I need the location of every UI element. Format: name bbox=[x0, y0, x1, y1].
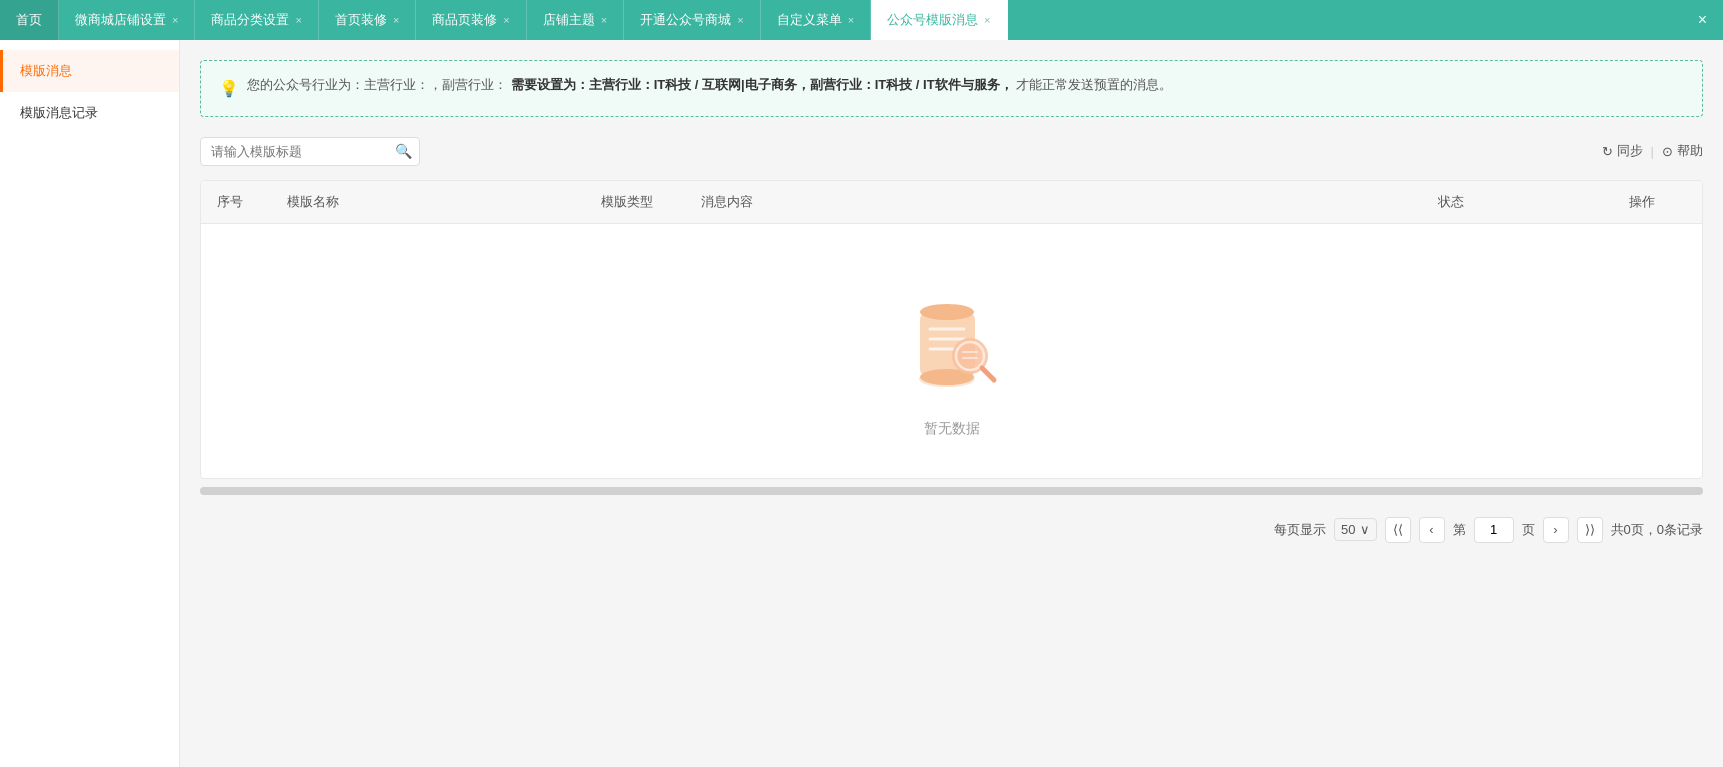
search-right: ↻ 同步 | ⊙ 帮助 bbox=[1602, 142, 1703, 160]
next-page-button[interactable]: › bbox=[1543, 517, 1569, 543]
tab-custom-menu[interactable]: 自定义菜单 × bbox=[761, 0, 871, 40]
page-size-select[interactable]: 50 ∨ bbox=[1334, 518, 1376, 541]
svg-line-9 bbox=[982, 368, 994, 380]
search-input[interactable] bbox=[200, 137, 420, 166]
prev-page-button[interactable]: ‹ bbox=[1419, 517, 1445, 543]
col-header-name: 模版名称 bbox=[271, 181, 585, 223]
close-tab-template-message[interactable]: × bbox=[984, 14, 990, 26]
divider: | bbox=[1651, 144, 1654, 159]
tab-home[interactable]: 首页 bbox=[0, 0, 59, 40]
notice-prefix: 您的公众号行业为：主营行业：，副营行业： bbox=[247, 77, 507, 92]
first-page-button[interactable]: ⟨⟨ bbox=[1385, 517, 1411, 543]
last-page-button[interactable]: ⟩⟩ bbox=[1577, 517, 1603, 543]
page-label: 第 bbox=[1453, 521, 1466, 539]
close-tab-category-settings[interactable]: × bbox=[295, 14, 301, 26]
col-header-seq: 序号 bbox=[201, 181, 271, 223]
col-header-action: 操作 bbox=[1582, 181, 1702, 223]
page-size-label: 每页显示 bbox=[1274, 521, 1326, 539]
tab-product-decoration[interactable]: 商品页装修 × bbox=[416, 0, 526, 40]
help-icon: ⊙ bbox=[1662, 144, 1673, 159]
tab-template-message[interactable]: 公众号模版消息 × bbox=[871, 0, 1007, 40]
help-button[interactable]: ⊙ 帮助 bbox=[1662, 142, 1703, 160]
tab-category-settings[interactable]: 商品分类设置 × bbox=[195, 0, 318, 40]
search-left: 🔍 bbox=[200, 137, 420, 166]
close-tab-open-mall[interactable]: × bbox=[737, 14, 743, 26]
data-table: 序号 模版名称 模版类型 消息内容 状态 操作 bbox=[200, 180, 1703, 479]
horizontal-scrollbar[interactable] bbox=[200, 487, 1703, 495]
pagination: 每页显示 50 ∨ ⟨⟨ ‹ 第 页 › ⟩⟩ 共0页，0条记录 bbox=[200, 507, 1703, 547]
main-layout: 模版消息 模版消息记录 💡 您的公众号行业为：主营行业：，副营行业： 需要设置为… bbox=[0, 40, 1723, 767]
content-area: 💡 您的公众号行业为：主营行业：，副营行业： 需要设置为：主营行业：IT科技 /… bbox=[180, 40, 1723, 767]
empty-text: 暂无数据 bbox=[924, 420, 980, 438]
col-header-type: 模版类型 bbox=[585, 181, 685, 223]
page-number-input[interactable] bbox=[1474, 517, 1514, 543]
notice-icon: 💡 bbox=[219, 76, 239, 102]
sidebar-item-template-message[interactable]: 模版消息 bbox=[0, 50, 179, 92]
tab-store-theme[interactable]: 店铺主题 × bbox=[527, 0, 624, 40]
close-tab-custom-menu[interactable]: × bbox=[848, 14, 854, 26]
tab-bar-global-close[interactable]: × bbox=[1682, 0, 1723, 40]
col-header-status: 状态 bbox=[1422, 181, 1582, 223]
sidebar-item-template-message-log[interactable]: 模版消息记录 bbox=[0, 92, 179, 134]
close-tab-shop-settings[interactable]: × bbox=[172, 14, 178, 26]
table-header: 序号 模版名称 模版类型 消息内容 状态 操作 bbox=[201, 181, 1702, 224]
sync-icon: ↻ bbox=[1602, 144, 1613, 159]
sidebar: 模版消息 模版消息记录 bbox=[0, 40, 180, 767]
search-icon[interactable]: 🔍 bbox=[395, 143, 412, 159]
close-tab-home-decoration[interactable]: × bbox=[393, 14, 399, 26]
page-unit: 页 bbox=[1522, 521, 1535, 539]
page-total: 共0页，0条记录 bbox=[1611, 521, 1703, 539]
close-tab-store-theme[interactable]: × bbox=[601, 14, 607, 26]
search-bar: 🔍 ↻ 同步 | ⊙ 帮助 bbox=[200, 137, 1703, 166]
svg-point-2 bbox=[920, 304, 974, 320]
notice-content: 您的公众号行业为：主营行业：，副营行业： 需要设置为：主营行业：IT科技 / 互… bbox=[247, 75, 1172, 96]
empty-state: 暂无数据 bbox=[201, 224, 1702, 478]
empty-illustration bbox=[892, 284, 1012, 404]
notice-box: 💡 您的公众号行业为：主营行业：，副营行业： 需要设置为：主营行业：IT科技 /… bbox=[200, 60, 1703, 117]
sync-button[interactable]: ↻ 同步 bbox=[1602, 142, 1643, 160]
notice-suffix: 才能正常发送预置的消息。 bbox=[1016, 77, 1172, 92]
tab-open-mall[interactable]: 开通公众号商城 × bbox=[624, 0, 760, 40]
tab-bar: 首页 微商城店铺设置 × 商品分类设置 × 首页装修 × 商品页装修 × 店铺主… bbox=[0, 0, 1723, 40]
dropdown-icon: ∨ bbox=[1360, 522, 1370, 537]
close-tab-product-decoration[interactable]: × bbox=[503, 14, 509, 26]
search-input-wrap: 🔍 bbox=[200, 137, 420, 166]
tab-home-decoration[interactable]: 首页装修 × bbox=[319, 0, 416, 40]
notice-highlight: 需要设置为：主营行业：IT科技 / 互联网|电子商务，副营行业：IT科技 / I… bbox=[511, 77, 1013, 92]
tab-shop-settings[interactable]: 微商城店铺设置 × bbox=[59, 0, 195, 40]
col-header-content: 消息内容 bbox=[685, 181, 1422, 223]
